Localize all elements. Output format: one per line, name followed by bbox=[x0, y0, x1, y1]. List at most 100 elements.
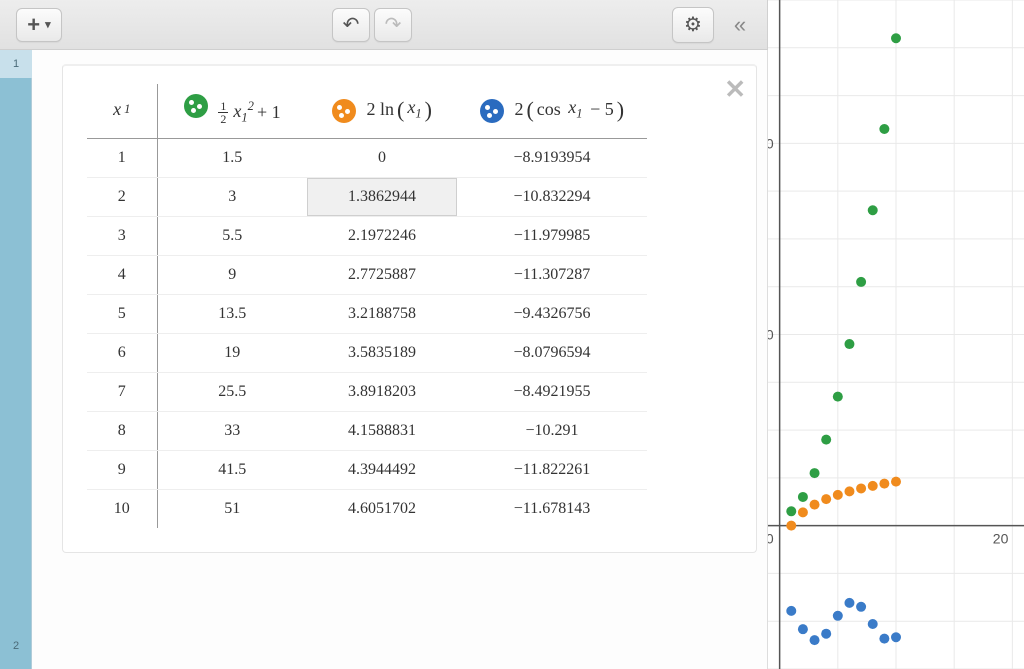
expression-tab-2[interactable]: 2 bbox=[0, 632, 32, 660]
table-cell[interactable]: −8.9193954 bbox=[457, 138, 647, 177]
plot-point[interactable] bbox=[821, 629, 831, 639]
table-cell[interactable]: 5.5 bbox=[157, 216, 307, 255]
plot-point[interactable] bbox=[810, 468, 820, 478]
plot-point[interactable] bbox=[856, 277, 866, 287]
plot-point[interactable] bbox=[879, 124, 889, 134]
table-cell[interactable]: 41.5 bbox=[157, 450, 307, 489]
plot-point[interactable] bbox=[879, 634, 889, 644]
table-cell[interactable]: 1.3862944 bbox=[307, 177, 457, 216]
table-cell[interactable]: −11.307287 bbox=[457, 255, 647, 294]
close-card-button[interactable]: ✕ bbox=[724, 74, 746, 105]
table-row: 35.52.1972246−11.979985 bbox=[87, 216, 647, 255]
plot-point[interactable] bbox=[844, 486, 854, 496]
plot-point[interactable] bbox=[798, 507, 808, 517]
table-cell[interactable]: 7 bbox=[87, 372, 157, 411]
plot-point[interactable] bbox=[786, 606, 796, 616]
table-cell[interactable]: −11.822261 bbox=[457, 450, 647, 489]
table-cell[interactable]: 4.6051702 bbox=[307, 489, 457, 528]
plot-point[interactable] bbox=[891, 477, 901, 487]
series-toggle-blue[interactable] bbox=[480, 99, 504, 123]
table-cell[interactable]: −9.4326756 bbox=[457, 294, 647, 333]
plot-point[interactable] bbox=[833, 490, 843, 500]
table-cell[interactable]: 4 bbox=[87, 255, 157, 294]
table-cell[interactable]: −11.678143 bbox=[457, 489, 647, 528]
undo-button[interactable]: ↶ bbox=[332, 8, 370, 42]
plot-point[interactable] bbox=[786, 521, 796, 531]
table-cell[interactable]: 1.5 bbox=[157, 138, 307, 177]
plot-point[interactable] bbox=[844, 598, 854, 608]
table-cell[interactable]: 13.5 bbox=[157, 294, 307, 333]
table-body: 11.50−8.9193954231.3862944−10.83229435.5… bbox=[87, 138, 647, 528]
table-row: 725.53.8918203−8.4921955 bbox=[87, 372, 647, 411]
table-cell[interactable]: 4.3944492 bbox=[307, 450, 457, 489]
plot-point[interactable] bbox=[798, 624, 808, 634]
graph-canvas[interactable]: 4020020 bbox=[768, 0, 1024, 669]
table-row: 231.3862944−10.832294 bbox=[87, 177, 647, 216]
table-cell[interactable]: 1 bbox=[87, 138, 157, 177]
table-cell[interactable]: 33 bbox=[157, 411, 307, 450]
col-header-series-3[interactable]: 2 ( cos x1 − 5 ) bbox=[457, 84, 647, 138]
collapse-panel-button[interactable]: « bbox=[722, 7, 758, 43]
plot-point[interactable] bbox=[891, 632, 901, 642]
expression-tab-1[interactable]: 1 bbox=[0, 50, 32, 78]
top-toolbar: + ▾ ↶ ↷ ⚙ « bbox=[0, 0, 768, 50]
plot-point[interactable] bbox=[810, 500, 820, 510]
undo-icon: ↶ bbox=[343, 12, 360, 37]
table-cell[interactable]: 10 bbox=[87, 489, 157, 528]
plot-point[interactable] bbox=[844, 339, 854, 349]
plot-point[interactable] bbox=[786, 506, 796, 516]
plot-point[interactable] bbox=[868, 205, 878, 215]
table-cell[interactable]: 19 bbox=[157, 333, 307, 372]
settings-button[interactable]: ⚙ bbox=[672, 7, 714, 43]
plot-point[interactable] bbox=[833, 392, 843, 402]
plot-point[interactable] bbox=[856, 602, 866, 612]
table-cell[interactable]: 9 bbox=[87, 450, 157, 489]
table-cell[interactable]: −10.832294 bbox=[457, 177, 647, 216]
plot-point[interactable] bbox=[868, 481, 878, 491]
table-cell[interactable]: 6 bbox=[87, 333, 157, 372]
col-header-series-1[interactable]: 12 x12 + 1 bbox=[157, 84, 307, 138]
table-cell[interactable]: 2 bbox=[87, 177, 157, 216]
table-cell[interactable]: 9 bbox=[157, 255, 307, 294]
add-expression-button[interactable]: + ▾ bbox=[16, 8, 62, 42]
plot-point[interactable] bbox=[879, 479, 889, 489]
table-cell[interactable]: 2.1972246 bbox=[307, 216, 457, 255]
series-toggle-green[interactable] bbox=[184, 94, 208, 118]
col-header-series-2[interactable]: 2 ln ( x1 ) bbox=[307, 84, 457, 138]
table-cell[interactable]: 4.1588831 bbox=[307, 411, 457, 450]
table-cell[interactable]: 3 bbox=[157, 177, 307, 216]
plot-point[interactable] bbox=[868, 619, 878, 629]
plot-point[interactable] bbox=[856, 483, 866, 493]
table-row: 492.7725887−11.307287 bbox=[87, 255, 647, 294]
plot-point[interactable] bbox=[821, 435, 831, 445]
plot-point[interactable] bbox=[810, 635, 820, 645]
table-row: 10514.6051702−11.678143 bbox=[87, 489, 647, 528]
table-cell[interactable]: 2.7725887 bbox=[307, 255, 457, 294]
plot-point[interactable] bbox=[798, 492, 808, 502]
table-cell[interactable]: 25.5 bbox=[157, 372, 307, 411]
table-cell[interactable]: 3.8918203 bbox=[307, 372, 457, 411]
table-cell[interactable]: −11.979985 bbox=[457, 216, 647, 255]
chevron-left-double-icon: « bbox=[734, 12, 746, 37]
table-cell[interactable]: 3.2188758 bbox=[307, 294, 457, 333]
series-toggle-orange[interactable] bbox=[332, 99, 356, 123]
table-cell[interactable]: 0 bbox=[307, 138, 457, 177]
table-cell[interactable]: −8.4921955 bbox=[457, 372, 647, 411]
table-row: 8334.1588831−10.291 bbox=[87, 411, 647, 450]
table-cell[interactable]: 51 bbox=[157, 489, 307, 528]
table-cell[interactable]: 8 bbox=[87, 411, 157, 450]
redo-button[interactable]: ↷ bbox=[374, 8, 412, 42]
table-cell[interactable]: 3.5835189 bbox=[307, 333, 457, 372]
table-row: 11.50−8.9193954 bbox=[87, 138, 647, 177]
svg-text:0: 0 bbox=[768, 531, 774, 547]
table-cell[interactable]: 5 bbox=[87, 294, 157, 333]
table-cell[interactable]: −8.0796594 bbox=[457, 333, 647, 372]
table-row: 513.53.2188758−9.4326756 bbox=[87, 294, 647, 333]
graph-svg: 4020020 bbox=[768, 0, 1024, 669]
plot-point[interactable] bbox=[891, 33, 901, 43]
col-header-x1[interactable]: x1 bbox=[87, 84, 157, 138]
table-cell[interactable]: 3 bbox=[87, 216, 157, 255]
plot-point[interactable] bbox=[821, 494, 831, 504]
plot-point[interactable] bbox=[833, 611, 843, 621]
table-cell[interactable]: −10.291 bbox=[457, 411, 647, 450]
